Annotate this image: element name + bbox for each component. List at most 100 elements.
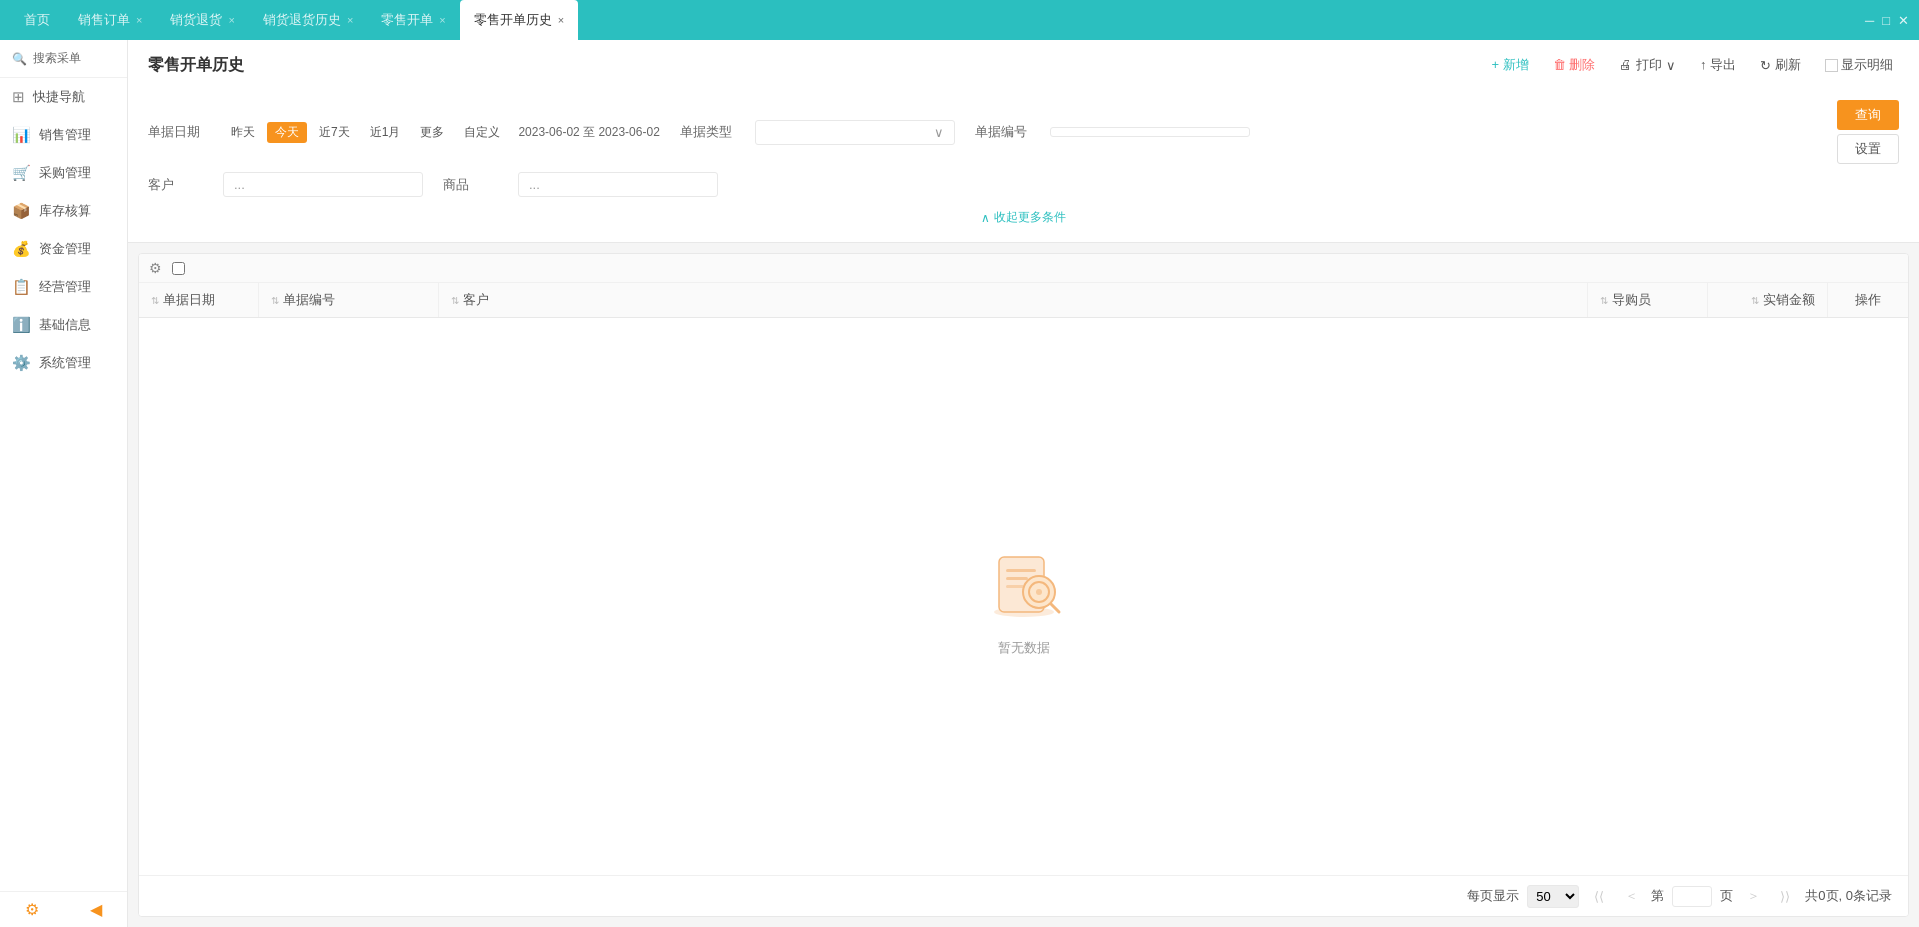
date-option-more[interactable]: 更多: [412, 122, 452, 143]
date-label: 单据日期: [148, 123, 203, 141]
doc-type-select[interactable]: ∨: [755, 120, 955, 145]
minimize-btn[interactable]: ─: [1865, 13, 1874, 28]
th-amount: ⇅ 实销金额: [1708, 283, 1828, 317]
svg-rect-3: [1006, 577, 1028, 580]
sort-icon-no[interactable]: ⇅: [271, 295, 279, 306]
tab-sales-order[interactable]: 销售订单 ×: [64, 0, 156, 40]
filter-row-2: 客户 ... 商品 ...: [148, 172, 1899, 197]
main-layout: 🔍 搜索采单 ⊞ 快捷导航 📊 销售管理 🛒 采购管理 📦 库存核算 💰 资金管…: [0, 40, 1919, 927]
sys-mgmt-icon: ⚙️: [12, 354, 31, 372]
date-option-last1m[interactable]: 近1月: [362, 122, 409, 143]
delete-button[interactable]: 🗑 删除: [1547, 52, 1602, 78]
tab-retail-open-history[interactable]: 零售开单历史 ×: [460, 0, 578, 40]
sort-icon-amount[interactable]: ⇅: [1751, 295, 1759, 306]
close-btn[interactable]: ✕: [1898, 13, 1909, 28]
customer-input[interactable]: ...: [223, 172, 423, 197]
sort-icon-customer[interactable]: ⇅: [451, 295, 459, 306]
sidebar-item-base-info[interactable]: ℹ️ 基础信息: [0, 306, 127, 344]
collapse-bar[interactable]: ∧ 收起更多条件: [148, 205, 1899, 234]
tab-sales-return-history[interactable]: 销货退货历史 ×: [249, 0, 367, 40]
maximize-btn[interactable]: □: [1882, 13, 1890, 28]
page-label-suffix: 页: [1720, 887, 1733, 905]
filter-area: 单据日期 昨天 今天 近7天 近1月 更多 自定义 2023-06-02 至 2…: [148, 90, 1899, 242]
page-input[interactable]: 1: [1672, 886, 1712, 907]
filter-row-1: 单据日期 昨天 今天 近7天 近1月 更多 自定义 2023-06-02 至 2…: [148, 100, 1899, 164]
quick-nav-icon: ⊞: [12, 88, 25, 106]
tab-sales-return[interactable]: 销货退货 ×: [156, 0, 248, 40]
sidebar-item-sales-mgmt[interactable]: 📊 销售管理: [0, 116, 127, 154]
base-info-icon: ℹ️: [12, 316, 31, 334]
tab-retail-open[interactable]: 零售开单 ×: [367, 0, 459, 40]
page-title-row: 零售开单历史 + 新增 🗑 删除 🖨 打印 ∨ ↑ 导出 ↻ 刷新: [148, 52, 1899, 78]
sort-icon-date[interactable]: ⇅: [151, 295, 159, 306]
select-all-checkbox[interactable]: [172, 262, 185, 275]
sidebar-search[interactable]: 🔍 搜索采单: [0, 40, 127, 78]
svg-point-8: [1036, 589, 1042, 595]
ops-mgmt-icon: 📋: [12, 278, 31, 296]
refresh-icon: ↻: [1760, 58, 1771, 73]
finance-mgmt-icon: 💰: [12, 240, 31, 258]
tab-close-sales-order[interactable]: ×: [136, 14, 142, 26]
goods-input[interactable]: ...: [518, 172, 718, 197]
date-option-custom[interactable]: 自定义: [456, 122, 508, 143]
page-next-btn[interactable]: ＞: [1741, 884, 1765, 908]
svg-rect-2: [1006, 569, 1036, 572]
toolbar: + 新增 🗑 删除 🖨 打印 ∨ ↑ 导出 ↻ 刷新: [1485, 52, 1899, 78]
top-tab-bar: 首页 销售订单 × 销货退货 × 销货退货历史 × 零售开单 × 零售开单历史 …: [0, 0, 1919, 40]
window-controls: ─ □ ✕: [1865, 13, 1909, 28]
sidebar-item-quick-nav[interactable]: ⊞ 快捷导航: [0, 78, 127, 116]
tab-close-sales-return-history[interactable]: ×: [347, 14, 353, 26]
date-option-last7[interactable]: 近7天: [311, 122, 358, 143]
table-container: ⚙ ⇅ 单据日期 ⇅ 单据编号 ⇅ 客户 ⇅ 导购员: [138, 253, 1909, 917]
sidebar-item-finance-mgmt[interactable]: 💰 资金管理: [0, 230, 127, 268]
settings-button[interactable]: 设置: [1837, 134, 1899, 164]
page-label-prefix: 第: [1651, 887, 1664, 905]
page-prev-btn[interactable]: ＜: [1619, 884, 1643, 908]
empty-text: 暂无数据: [998, 639, 1050, 657]
tab-close-retail-open[interactable]: ×: [439, 14, 445, 26]
sidebar-item-purchase-mgmt[interactable]: 🛒 采购管理: [0, 154, 127, 192]
pagination: 每页显示 50 10 20 100 ⟨⟨ ＜ 第 1 页 ＞ ⟩⟩ 共0页, 0…: [139, 875, 1908, 916]
page-header: 零售开单历史 + 新增 🗑 删除 🖨 打印 ∨ ↑ 导出 ↻ 刷新: [128, 40, 1919, 243]
sidebar-item-ops-mgmt[interactable]: 📋 经营管理: [0, 268, 127, 306]
th-guide: ⇅ 导购员: [1588, 283, 1708, 317]
tab-close-sales-return[interactable]: ×: [228, 14, 234, 26]
search-icon: 🔍: [12, 52, 27, 66]
date-option-yesterday[interactable]: 昨天: [223, 122, 263, 143]
empty-area: 暂无数据: [139, 318, 1908, 875]
sidebar-collapse-btn[interactable]: ◀: [90, 900, 102, 919]
export-button[interactable]: ↑ 导出: [1694, 52, 1742, 78]
empty-illustration: [979, 537, 1069, 627]
page-last-btn[interactable]: ⟩⟩: [1773, 884, 1797, 908]
sales-mgmt-icon: 📊: [12, 126, 31, 144]
doc-no-input[interactable]: [1050, 127, 1250, 137]
customer-label: 客户: [148, 176, 203, 194]
print-button[interactable]: 🖨 打印 ∨: [1613, 52, 1682, 78]
page-title: 零售开单历史: [148, 55, 244, 76]
sidebar-item-inventory[interactable]: 📦 库存核算: [0, 192, 127, 230]
sort-icon-guide[interactable]: ⇅: [1600, 295, 1608, 306]
content-area: 零售开单历史 + 新增 🗑 删除 🖨 打印 ∨ ↑ 导出 ↻ 刷新: [128, 40, 1919, 927]
collapse-label: 收起更多条件: [994, 209, 1066, 226]
page-first-btn[interactable]: ⟨⟨: [1587, 884, 1611, 908]
th-date: ⇅ 单据日期: [139, 283, 259, 317]
date-option-today[interactable]: 今天: [267, 122, 307, 143]
tab-close-retail-open-history[interactable]: ×: [558, 14, 564, 26]
tab-home[interactable]: 首页: [10, 0, 64, 40]
goods-more-icon: ...: [529, 177, 540, 192]
sidebar-settings-btn[interactable]: ⚙: [25, 900, 39, 919]
customer-more-icon: ...: [234, 177, 245, 192]
table-gear-icon[interactable]: ⚙: [149, 260, 162, 276]
refresh-button[interactable]: ↻ 刷新: [1754, 52, 1807, 78]
sidebar-bottom: ⚙ ◀: [0, 891, 127, 927]
new-button[interactable]: + 新增: [1485, 52, 1534, 78]
display-detail-button[interactable]: 显示明细: [1819, 52, 1899, 78]
table-toolbar: ⚙: [139, 254, 1908, 283]
page-size-select[interactable]: 50 10 20 100: [1527, 885, 1579, 908]
sidebar: 🔍 搜索采单 ⊞ 快捷导航 📊 销售管理 🛒 采购管理 📦 库存核算 💰 资金管…: [0, 40, 128, 927]
sidebar-item-sys-mgmt[interactable]: ⚙️ 系统管理: [0, 344, 127, 382]
table-header: ⇅ 单据日期 ⇅ 单据编号 ⇅ 客户 ⇅ 导购员 ⇅ 实销金额: [139, 283, 1908, 318]
action-buttons: 查询 设置: [1837, 100, 1899, 164]
doc-no-label: 单据编号: [975, 123, 1030, 141]
query-button[interactable]: 查询: [1837, 100, 1899, 130]
